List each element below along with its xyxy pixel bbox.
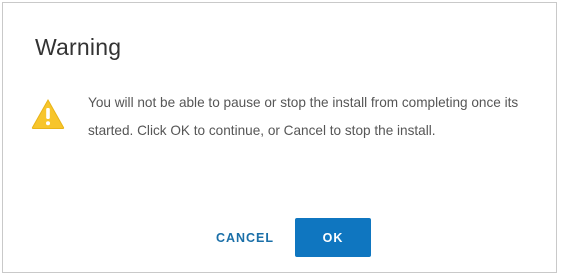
dialog-title: Warning [35,34,122,60]
ok-button[interactable]: OK [295,218,371,257]
warning-dialog: Warning You will not be able to pause or… [2,2,557,273]
dialog-message: You will not be able to pause or stop th… [88,95,519,138]
warning-triangle-icon [31,98,65,130]
cancel-button[interactable]: CANCEL [203,219,287,257]
